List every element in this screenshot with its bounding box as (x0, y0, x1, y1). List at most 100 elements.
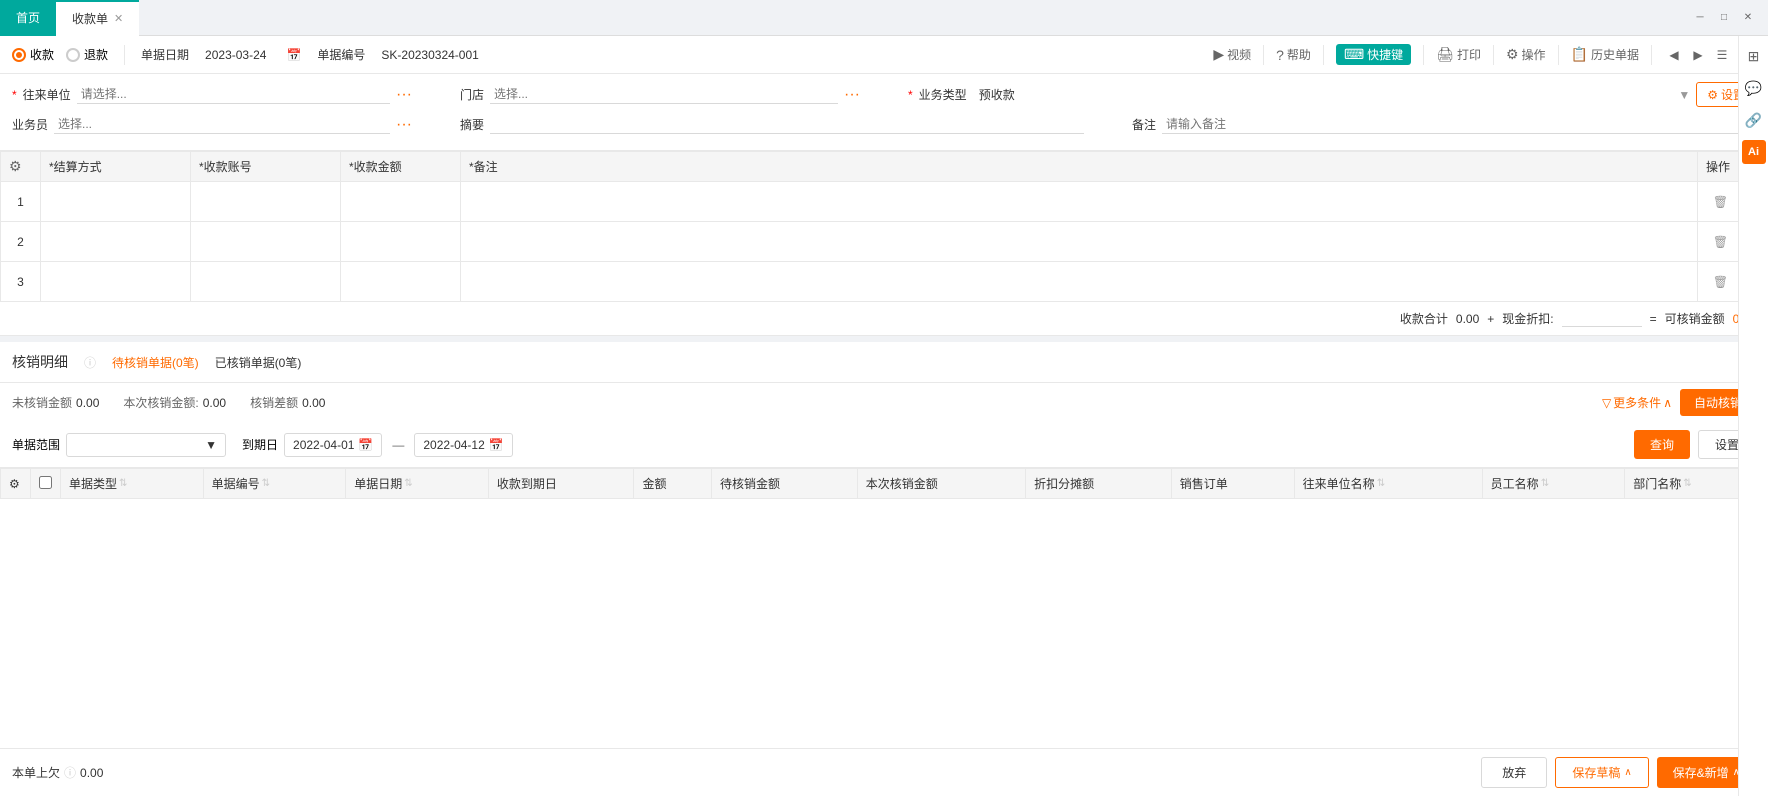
pending-tab[interactable]: 待核销单据(0笔) (112, 354, 199, 371)
save-new-label: 保存&新增 (1673, 764, 1729, 781)
tab-close-icon[interactable]: ✕ (114, 12, 123, 25)
row-2-account[interactable] (191, 222, 341, 262)
carry-over-info-icon[interactable]: ⓘ (64, 764, 76, 781)
business-type-label: 业务类型 (919, 86, 967, 103)
action-history-label: 历史单据 (1591, 46, 1639, 63)
stat-right: ▽ 更多条件 ∧ 自动核销 (1602, 389, 1756, 416)
th-settings: ⚙ (1, 152, 41, 182)
more-conditions-btn[interactable]: ▽ 更多条件 ∧ (1602, 394, 1672, 411)
win-minimize[interactable]: ─ (1692, 10, 1708, 26)
note-input[interactable] (1162, 115, 1756, 134)
row-1-delete-btn[interactable]: 🗑 (1711, 192, 1731, 212)
action-help[interactable]: ? 帮助 (1276, 46, 1311, 63)
tab-receipt[interactable]: 收款单 ✕ (56, 0, 139, 36)
done-tab[interactable]: 已核销单据(0笔) (215, 354, 302, 371)
date-from-input[interactable]: 2022-04-01 📅 (284, 433, 382, 457)
action-video[interactable]: ▶ 视频 (1213, 46, 1251, 63)
date-to-input[interactable]: 2022-04-12 📅 (414, 433, 512, 457)
tab-home-label: 首页 (16, 9, 40, 26)
row-3-account[interactable] (191, 262, 341, 302)
abandon-btn[interactable]: 放弃 (1481, 757, 1547, 788)
th-due-date-label: 收款到期日 (497, 477, 557, 491)
writeoff-header-row: ⚙ 单据类型 ⇅ 单据编号 ⇅ (1, 469, 1768, 499)
carry-over-value: 0.00 (80, 766, 103, 780)
query-btn[interactable]: 查询 (1634, 430, 1690, 459)
sort-doc-date-icon: ⇅ (404, 478, 412, 489)
store-field: 门店 ··· (460, 85, 860, 104)
current-label: 本次核销金额: (123, 394, 198, 411)
row-3-note[interactable] (461, 262, 1698, 302)
row-1-account[interactable] (191, 182, 341, 222)
unchecked-label: 未核销金额 (12, 394, 72, 411)
win-maximize[interactable]: □ (1716, 10, 1732, 26)
nav-prev-btn[interactable]: ◀ (1664, 45, 1684, 65)
abstract-input[interactable] (490, 115, 1084, 134)
nav-next-btn[interactable]: ▶ (1688, 45, 1708, 65)
action-print[interactable]: 🖨 打印 (1436, 46, 1481, 63)
win-close[interactable]: ✕ (1740, 10, 1756, 26)
sidebar-chat-btn[interactable]: 💬 (1742, 76, 1766, 100)
counterpart-more-btn[interactable]: ··· (396, 86, 412, 104)
th-account-label: *收款账号 (199, 160, 252, 174)
row-1-amount[interactable] (341, 182, 461, 222)
row-3-pay[interactable] (41, 262, 191, 302)
table-settings-icon[interactable]: ⚙ (9, 158, 22, 174)
settings-icon: ⚙ (1707, 88, 1718, 102)
counterpart-required: * (12, 88, 17, 102)
range-filter: 单据范围 ▼ (12, 433, 226, 457)
th-pay-method-label: *结算方式 (49, 160, 102, 174)
th-note-label: *备注 (469, 160, 498, 174)
action-history[interactable]: 📋 历史单据 (1571, 46, 1639, 63)
select-all-checkbox[interactable] (39, 476, 52, 489)
shortcut-icon: ⌨ (1344, 46, 1364, 63)
writeoff-info-icon[interactable]: ⓘ (84, 354, 96, 371)
row-2-amount[interactable] (341, 222, 461, 262)
writeoff-stats: 未核销金额 0.00 本次核销金额: 0.00 核销差额 0.00 ▽ 更多条件… (0, 383, 1768, 422)
th-doc-no-label: 单据编号 (212, 475, 260, 492)
history-icon: 📋 (1571, 46, 1588, 63)
th-doc-date: 单据日期 ⇅ (346, 469, 489, 499)
action-operation[interactable]: ⚙ 操作 (1506, 46, 1546, 63)
writeoff-section: 核销明细 ⓘ 待核销单据(0笔) 已核销单据(0笔) 未核销金额 0.00 本次… (0, 336, 1768, 796)
business-type-dropdown[interactable]: ▼ (1678, 88, 1690, 102)
radio-refund[interactable]: 退款 (66, 46, 108, 63)
discount-input[interactable] (1562, 310, 1642, 327)
type-radio-group: 收款 退款 (12, 46, 108, 63)
row-2-delete-btn[interactable]: 🗑 (1711, 232, 1731, 252)
row-1-pay[interactable] (41, 182, 191, 222)
row-2-pay[interactable] (41, 222, 191, 262)
sidebar-ai-btn[interactable]: Ai (1742, 140, 1766, 164)
row-3-amount[interactable] (341, 262, 461, 302)
right-sidebar: ⊞ 💬 🔗 Ai (1738, 36, 1768, 796)
writeoff-title: 核销明细 (12, 352, 68, 372)
range-select[interactable]: ▼ (66, 433, 226, 457)
date-value: 2023-03-24 (205, 48, 266, 62)
calendar-icon[interactable]: 📅 (286, 48, 301, 62)
counterpart-input[interactable] (77, 85, 390, 104)
tab-home[interactable]: 首页 (0, 0, 56, 36)
sidebar-table-btn[interactable]: ⊞ (1742, 44, 1766, 68)
toolbar-right: ▶ 视频 ? 帮助 ⌨ 快捷键 🖨 打印 ⚙ 操作 (1213, 44, 1756, 65)
save-draft-btn[interactable]: 保存草稿 ∧ (1555, 757, 1648, 788)
table-settings-icon-2[interactable]: ⚙ (9, 477, 20, 491)
diff-value: 0.00 (302, 396, 325, 410)
action-shortcut[interactable]: ⌨ 快捷键 (1336, 44, 1411, 65)
radio-receipt[interactable]: 收款 (12, 46, 54, 63)
table-row: 2 🗑 ⊕ (1, 222, 1768, 262)
order-no-label: 单据编号 (317, 46, 365, 63)
row-3-delete-btn[interactable]: 🗑 (1711, 272, 1731, 292)
row-2-note[interactable] (461, 222, 1698, 262)
store-more-btn[interactable]: ··· (844, 86, 860, 104)
salesperson-more-btn[interactable]: ··· (396, 116, 412, 134)
salesperson-input[interactable] (54, 115, 390, 134)
row-1-note[interactable] (461, 182, 1698, 222)
sidebar-link-btn[interactable]: 🔗 (1742, 108, 1766, 132)
store-input[interactable] (490, 85, 838, 104)
diff-stat: 核销差额 0.00 (250, 394, 325, 411)
action-print-label: 打印 (1457, 46, 1481, 63)
date-range-sep: — (392, 438, 404, 452)
window-controls: ─ □ ✕ (1692, 10, 1768, 26)
filter-row: 单据范围 ▼ 到期日 2022-04-01 📅 — 2022-04-12 📅 (0, 422, 1768, 468)
list-view-btn[interactable]: ☰ (1712, 45, 1732, 65)
table-header-row: ⚙ *结算方式 *收款账号 *收款金额 *备注 操作 (1, 152, 1768, 182)
